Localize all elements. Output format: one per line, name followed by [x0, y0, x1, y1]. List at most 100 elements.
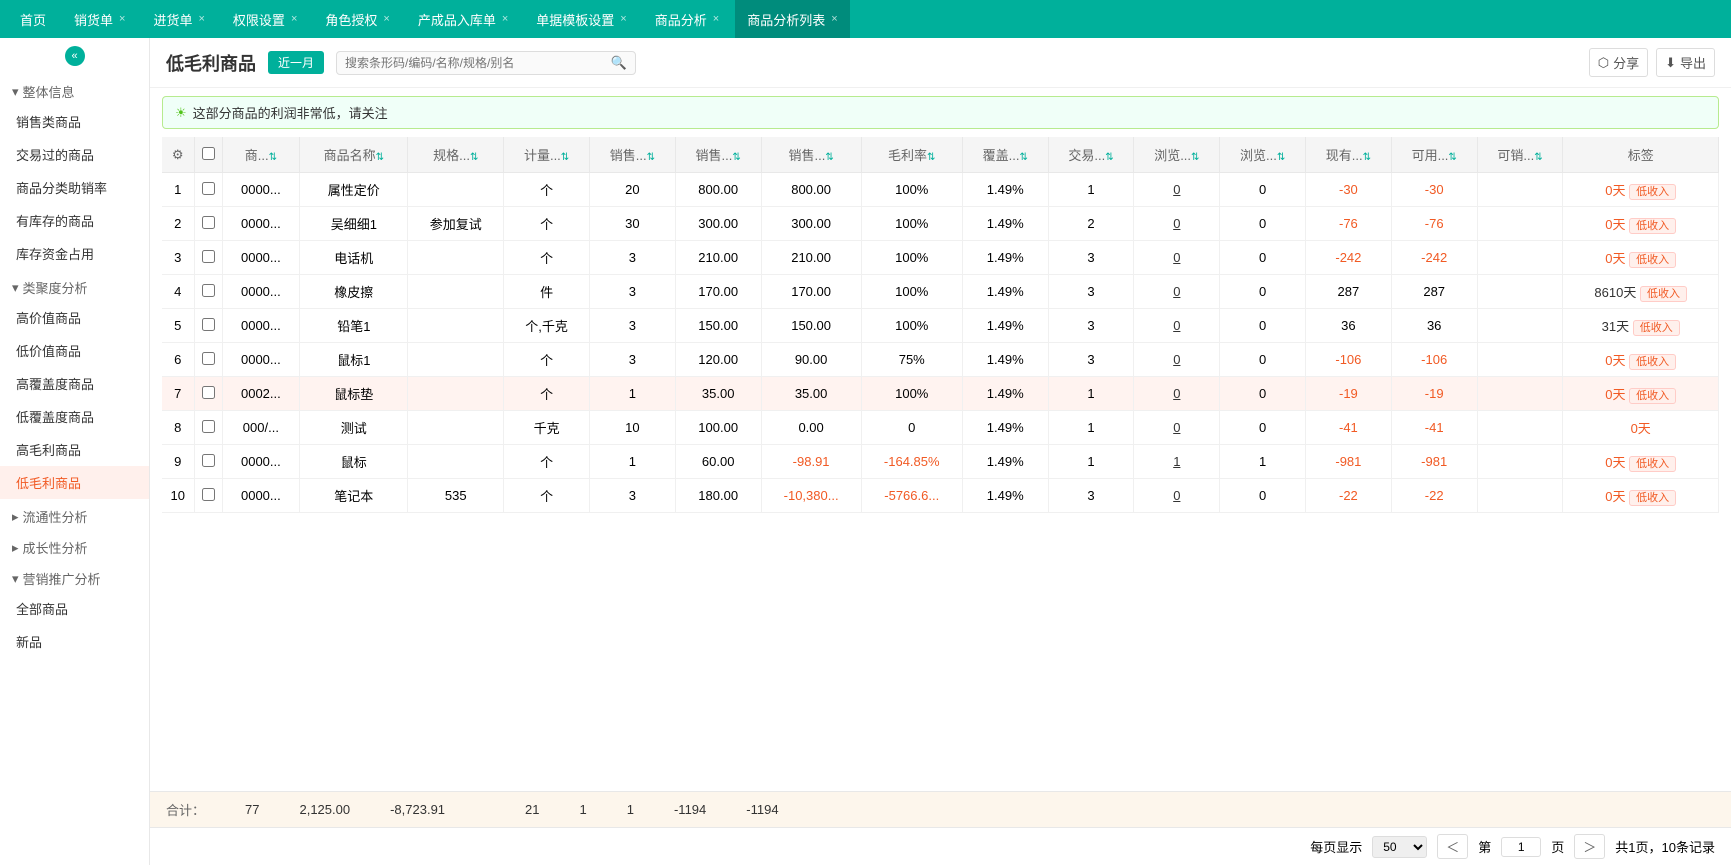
row-checkbox[interactable] — [202, 216, 215, 229]
search-box[interactable]: 🔍 — [336, 51, 636, 75]
sidebar-item-low-margin[interactable]: 低毛利商品 — [0, 466, 149, 499]
row-checkbox[interactable] — [202, 182, 215, 195]
search-icon[interactable]: 🔍 — [611, 55, 627, 71]
row-checkbox[interactable] — [202, 454, 215, 467]
sidebar-item-traded-products[interactable]: 交易过的商品 — [0, 138, 149, 171]
row-checkbox-cell[interactable] — [194, 445, 222, 479]
col-trade: 交易...⇅ — [1048, 137, 1134, 173]
export-button[interactable]: ⬇ 导出 — [1656, 48, 1715, 77]
sidebar-item-high-margin[interactable]: 高毛利商品 — [0, 433, 149, 466]
trade-link[interactable]: 0 — [1173, 318, 1180, 333]
row-code: 0000... — [222, 479, 300, 513]
nav-product-analysis[interactable]: 商品分析 × — [643, 0, 731, 38]
nav-roles[interactable]: 角色授权 × — [313, 0, 401, 38]
sidebar-item-category-rate[interactable]: 商品分类助销率 — [0, 171, 149, 204]
nav-products[interactable]: 产成品入库单 × — [406, 0, 520, 38]
page-header: 低毛利商品 近一月 🔍 ⬡ 分享 ⬇ 导出 — [150, 38, 1731, 88]
sidebar-item-high-value[interactable]: 高价值商品 — [0, 301, 149, 334]
row-checkbox-cell[interactable] — [194, 207, 222, 241]
trade-link[interactable]: 0 — [1173, 352, 1180, 367]
period-button[interactable]: 近一月 — [268, 51, 324, 74]
close-icon[interactable]: × — [383, 13, 389, 25]
per-page-select[interactable]: 50 20 100 — [1372, 836, 1427, 858]
days-value: 0天 — [1605, 217, 1625, 232]
row-name: 铅笔1 — [300, 309, 408, 343]
row-checkbox-cell[interactable] — [194, 275, 222, 309]
close-icon[interactable]: × — [831, 13, 837, 25]
row-checkbox-cell[interactable] — [194, 411, 222, 445]
select-all-checkbox[interactable] — [202, 147, 215, 160]
row-sellable — [1477, 445, 1563, 479]
row-checkbox[interactable] — [202, 250, 215, 263]
trade-link[interactable]: 0 — [1173, 284, 1180, 299]
sidebar-item-low-coverage[interactable]: 低覆盖度商品 — [0, 400, 149, 433]
close-icon[interactable]: × — [119, 13, 125, 25]
close-icon[interactable]: × — [198, 13, 204, 25]
row-checkbox[interactable] — [202, 386, 215, 399]
sidebar-item-new-products[interactable]: 新品 — [0, 625, 149, 658]
next-page-button[interactable]: ＞ — [1574, 834, 1605, 859]
close-icon[interactable]: × — [502, 13, 508, 25]
prev-page-button[interactable]: ＜ — [1437, 834, 1468, 859]
sidebar-item-capital[interactable]: 库存资金占用 — [0, 237, 149, 270]
trade-link[interactable]: 0 — [1173, 216, 1180, 231]
row-checkbox-cell[interactable] — [194, 241, 222, 275]
nav-product-analysis-list[interactable]: 商品分析列表 × — [735, 0, 849, 38]
row-checkbox[interactable] — [202, 488, 215, 501]
sidebar-item-all-products[interactable]: 全部商品 — [0, 592, 149, 625]
sidebar-group-clustering[interactable]: ▾ 类聚度分析 — [0, 270, 149, 301]
close-icon[interactable]: × — [713, 13, 719, 25]
row-profit-rate: 100% — [861, 207, 962, 241]
nav-sales-order[interactable]: 销货单 × — [62, 0, 137, 38]
sidebar-item-high-coverage[interactable]: 高覆盖度商品 — [0, 367, 149, 400]
sidebar-group-growth[interactable]: ▸ 成长性分析 — [0, 530, 149, 561]
row-profit: 90.00 — [761, 343, 861, 377]
nav-purchase-order[interactable]: 进货单 × — [141, 0, 216, 38]
row-unit: 件 — [504, 275, 590, 309]
trade-link[interactable]: 0 — [1173, 250, 1180, 265]
col-settings[interactable]: ⚙ — [162, 137, 194, 173]
sidebar-item-sales-products[interactable]: 销售类商品 — [0, 105, 149, 138]
sidebar-collapse-button[interactable]: « — [65, 46, 85, 66]
trade-link[interactable]: 0 — [1173, 488, 1180, 503]
page-title: 低毛利商品 — [166, 50, 256, 76]
row-gross: 1.49% — [962, 309, 1048, 343]
product-tag: 低收入 — [1629, 252, 1676, 268]
row-no: 10 — [162, 479, 194, 513]
trade-link[interactable]: 0 — [1173, 420, 1180, 435]
total-stock: -1194 — [674, 802, 706, 817]
row-days-tag: 0天 低收入 — [1563, 479, 1719, 513]
search-input[interactable] — [345, 56, 611, 70]
sidebar-item-in-stock[interactable]: 有库存的商品 — [0, 204, 149, 237]
sidebar-item-low-value[interactable]: 低价值商品 — [0, 334, 149, 367]
row-avail: -19 — [1391, 377, 1477, 411]
sidebar-group-liquidity[interactable]: ▸ 流通性分析 — [0, 499, 149, 530]
row-checkbox[interactable] — [202, 318, 215, 331]
share-button[interactable]: ⬡ 分享 — [1589, 48, 1648, 77]
row-checkbox-cell[interactable] — [194, 343, 222, 377]
row-checkbox-cell[interactable] — [194, 479, 222, 513]
row-checkbox[interactable] — [202, 420, 215, 433]
close-icon[interactable]: × — [291, 13, 297, 25]
sidebar-group-marketing[interactable]: ▾ 营销推广分析 — [0, 561, 149, 592]
nav-permissions[interactable]: 权限设置 × — [221, 0, 309, 38]
row-checkbox[interactable] — [202, 352, 215, 365]
row-code: 0000... — [222, 275, 300, 309]
row-checkbox-cell[interactable] — [194, 309, 222, 343]
row-name: 鼠标 — [300, 445, 408, 479]
close-icon[interactable]: × — [620, 13, 626, 25]
page-number-input[interactable] — [1501, 837, 1541, 857]
row-checkbox[interactable] — [202, 284, 215, 297]
trade-link[interactable]: 1 — [1173, 454, 1180, 469]
nav-home[interactable]: 首页 — [8, 0, 58, 38]
row-checkbox-cell[interactable] — [194, 173, 222, 207]
trade-link[interactable]: 0 — [1173, 386, 1180, 401]
trade-link[interactable]: 0 — [1173, 182, 1180, 197]
sidebar-group-overall[interactable]: ▾ 整体信息 — [0, 74, 149, 105]
row-days-tag: 0天 低收入 — [1563, 173, 1719, 207]
nav-templates[interactable]: 单据模板设置 × — [524, 0, 638, 38]
row-checkbox-cell[interactable] — [194, 377, 222, 411]
table-header-row: ⚙ 商...⇅ 商品名称⇅ 规格...⇅ 计量...⇅ 销售...⇅ 销售...… — [162, 137, 1719, 173]
col-profit: 销售...⇅ — [761, 137, 861, 173]
col-checkbox[interactable] — [194, 137, 222, 173]
